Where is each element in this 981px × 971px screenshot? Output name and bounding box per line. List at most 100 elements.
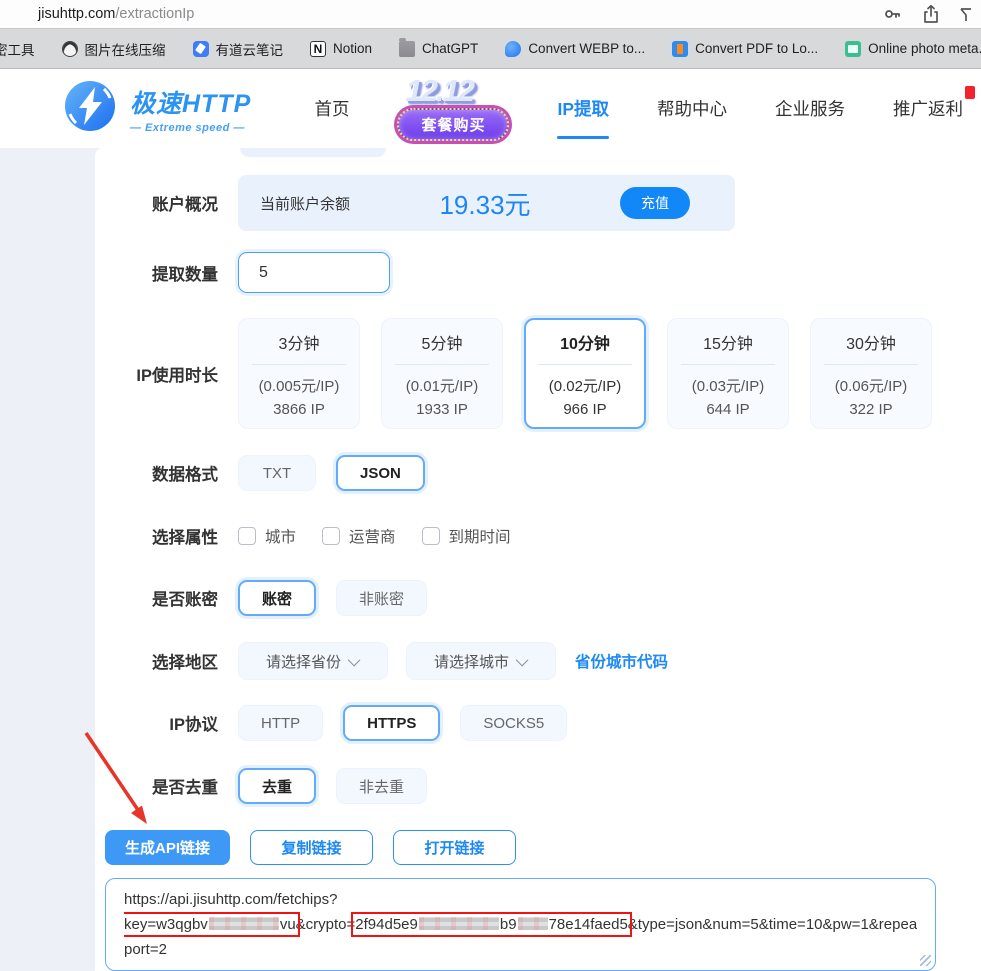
protocol-row: IP协议 HTTP HTTPS SOCKS5 [95,705,981,741]
auth-row: 是否账密 账密 非账密 [95,580,981,616]
open-link-button[interactable]: 打开链接 [393,830,516,865]
dedup-label: 是否去重 [152,779,218,797]
balance-value: 19.33元 [439,189,531,220]
dedup-row: 是否去重 去重 非去重 [95,768,981,804]
format-option-json[interactable]: JSON [336,455,425,491]
balance-caption: 当前账户余额 [260,195,351,213]
logo-subtitle: — Extreme speed — [130,121,245,134]
tabs-icon[interactable] [959,3,971,25]
checkbox-icon [421,527,440,545]
password-key-icon[interactable] [881,3,903,25]
duration-option-5min[interactable]: 5分钟 (0.01元/IP) 1933 IP [381,318,503,429]
browser-url-bar[interactable]: jisuhttp.com/extractionIp [0,0,981,28]
format-row: 数据格式 TXT JSON [95,455,981,491]
notion-icon: N [310,40,326,57]
folder-icon [399,37,416,57]
duration-option-3min[interactable]: 3分钟 (0.005元/IP) 3866 IP [238,318,360,429]
cutoff-element-above [240,148,386,157]
share-icon[interactable] [921,3,941,25]
quantity-input[interactable] [238,252,390,293]
account-label: 账户概况 [152,196,218,214]
page-content: 账户概况 当前账户余额 19.33元 充值 提取数量 IP使用时长 3分钟 (0… [0,148,981,971]
copy-link-button[interactable]: 复制链接 [250,830,373,865]
attributes-row: 选择属性 城市 运营商 到期时间 [95,524,981,548]
duration-label: IP使用时长 [136,366,218,385]
quantity-row: 提取数量 [95,252,981,293]
site-header: 极速HTTP — Extreme speed — 首页 12.12 套餐购买 I… [0,69,981,148]
textarea-resize-handle[interactable] [920,955,931,966]
protocol-label: IP协议 [169,716,218,734]
recharge-button[interactable]: 充值 [620,187,690,219]
protocol-option-socks5[interactable]: SOCKS5 [460,705,568,741]
api-url-line2: key=w3qgbv vu&crypto=2f94d5e9 b9 78e14faed5… [124,912,917,937]
checkbox-expire-time[interactable]: 到期时间 [421,525,511,547]
url-text[interactable]: jisuhttp.com/extractionIp [38,6,194,22]
divider [681,363,775,365]
promo-1212-badge[interactable]: 12.12 套餐购买 [397,73,510,141]
protocol-option-https[interactable]: HTTPS [343,705,441,741]
bookmark-chatgpt-folder[interactable]: ChatGPT [399,37,478,57]
divider [538,363,632,365]
format-option-txt[interactable]: TXT [238,455,316,491]
bookmarks-bar: 密工具 图片在线压缩 有道云笔记 NNotion ChatGPT Convert… [0,28,981,69]
dedup-option-no[interactable]: 非去重 [336,768,428,804]
bookmark-convert-webp[interactable]: Convert WEBP to... [505,40,645,57]
generate-api-link-button[interactable]: 生成API链接 [105,830,230,865]
province-select[interactable]: 请选择省份 [238,642,388,680]
promo-1212-text: 12.12 [405,72,475,108]
bookmark-youdao-note[interactable]: 有道云笔记 [192,39,283,59]
pixelated-redaction [208,917,279,930]
bookmark-notion[interactable]: N Notion [310,40,372,57]
pdf-converter-icon [672,40,689,57]
format-label: 数据格式 [152,466,218,484]
nav-home[interactable]: 首页 [314,90,349,127]
bookmark-convert-pdf[interactable]: Convert PDF to Lo... [672,40,818,57]
nav-promotion[interactable]: 推广返利 [893,86,975,127]
red-dot-badge [965,86,975,99]
logo-title: 极速HTTP [130,89,252,118]
chevron-down-icon [515,653,529,666]
region-label: 选择地区 [152,654,218,672]
checkbox-icon [238,527,256,545]
photo-meta-icon [845,40,862,57]
divider [252,363,346,365]
province-city-code-link[interactable]: 省份城市代码 [575,650,668,672]
webp-converter-icon [505,40,522,57]
protocol-option-http[interactable]: HTTP [238,705,324,741]
quantity-label: 提取数量 [152,265,218,284]
bookmark-encrypt-tool[interactable]: 密工具 [0,39,35,59]
duration-option-30min[interactable]: 30分钟 (0.06元/IP) 322 IP [810,318,932,429]
duration-option-15min[interactable]: 15分钟 (0.03元/IP) 644 IP [667,318,789,429]
checkbox-carrier[interactable]: 运营商 [322,525,396,547]
api-url-line3: port=2 [124,941,167,958]
dedup-option-yes[interactable]: 去重 [238,768,317,804]
auth-option-no-account[interactable]: 非账密 [336,580,428,616]
account-row: 账户概况 当前账户余额 19.33元 充值 [95,175,981,231]
url-path: /extractionIp [115,6,195,22]
api-url-textarea[interactable]: https://api.jisuhttp.com/fetchips? key=w… [105,878,936,971]
region-row: 选择地区 请选择省份 请选择城市 省份城市代码 [95,642,981,680]
auth-option-account[interactable]: 账密 [238,580,317,616]
panda-icon [61,40,78,57]
promo-package-buy: 套餐购买 [397,107,510,141]
nav-enterprise[interactable]: 企业服务 [775,90,845,127]
site-logo[interactable]: 极速HTTP — Extreme speed — [62,78,251,139]
bookmark-image-compress[interactable]: 图片在线压缩 [61,39,166,59]
main-nav: 首页 12.12 套餐购买 IP提取 帮助中心 企业服务 推广返利 [314,73,975,141]
attributes-label: 选择属性 [152,529,218,547]
checkbox-city[interactable]: 城市 [238,525,296,547]
actions-row: 生成API链接 复制链接 打开链接 [105,830,981,865]
nav-ip-extract[interactable]: IP提取 [557,90,609,127]
nav-help-center[interactable]: 帮助中心 [657,90,727,127]
duration-option-10min[interactable]: 10分钟 (0.02元/IP) 966 IP [524,318,646,429]
chevron-down-icon [347,653,361,666]
auth-label: 是否账密 [152,591,218,609]
bookmark-online-photo-meta[interactable]: Online photo meta... [845,40,981,57]
redacted-crypto-annotation-box: 2f94d5e9 b9 78e14faed5 [351,912,632,937]
city-select[interactable]: 请选择城市 [406,642,556,680]
divider [395,363,489,365]
duration-row: IP使用时长 3分钟 (0.005元/IP) 3866 IP 5分钟 (0.01… [95,318,981,429]
pixelated-redaction [418,917,499,930]
url-host: jisuhttp.com [38,6,116,22]
lightning-logo-icon [62,78,118,139]
